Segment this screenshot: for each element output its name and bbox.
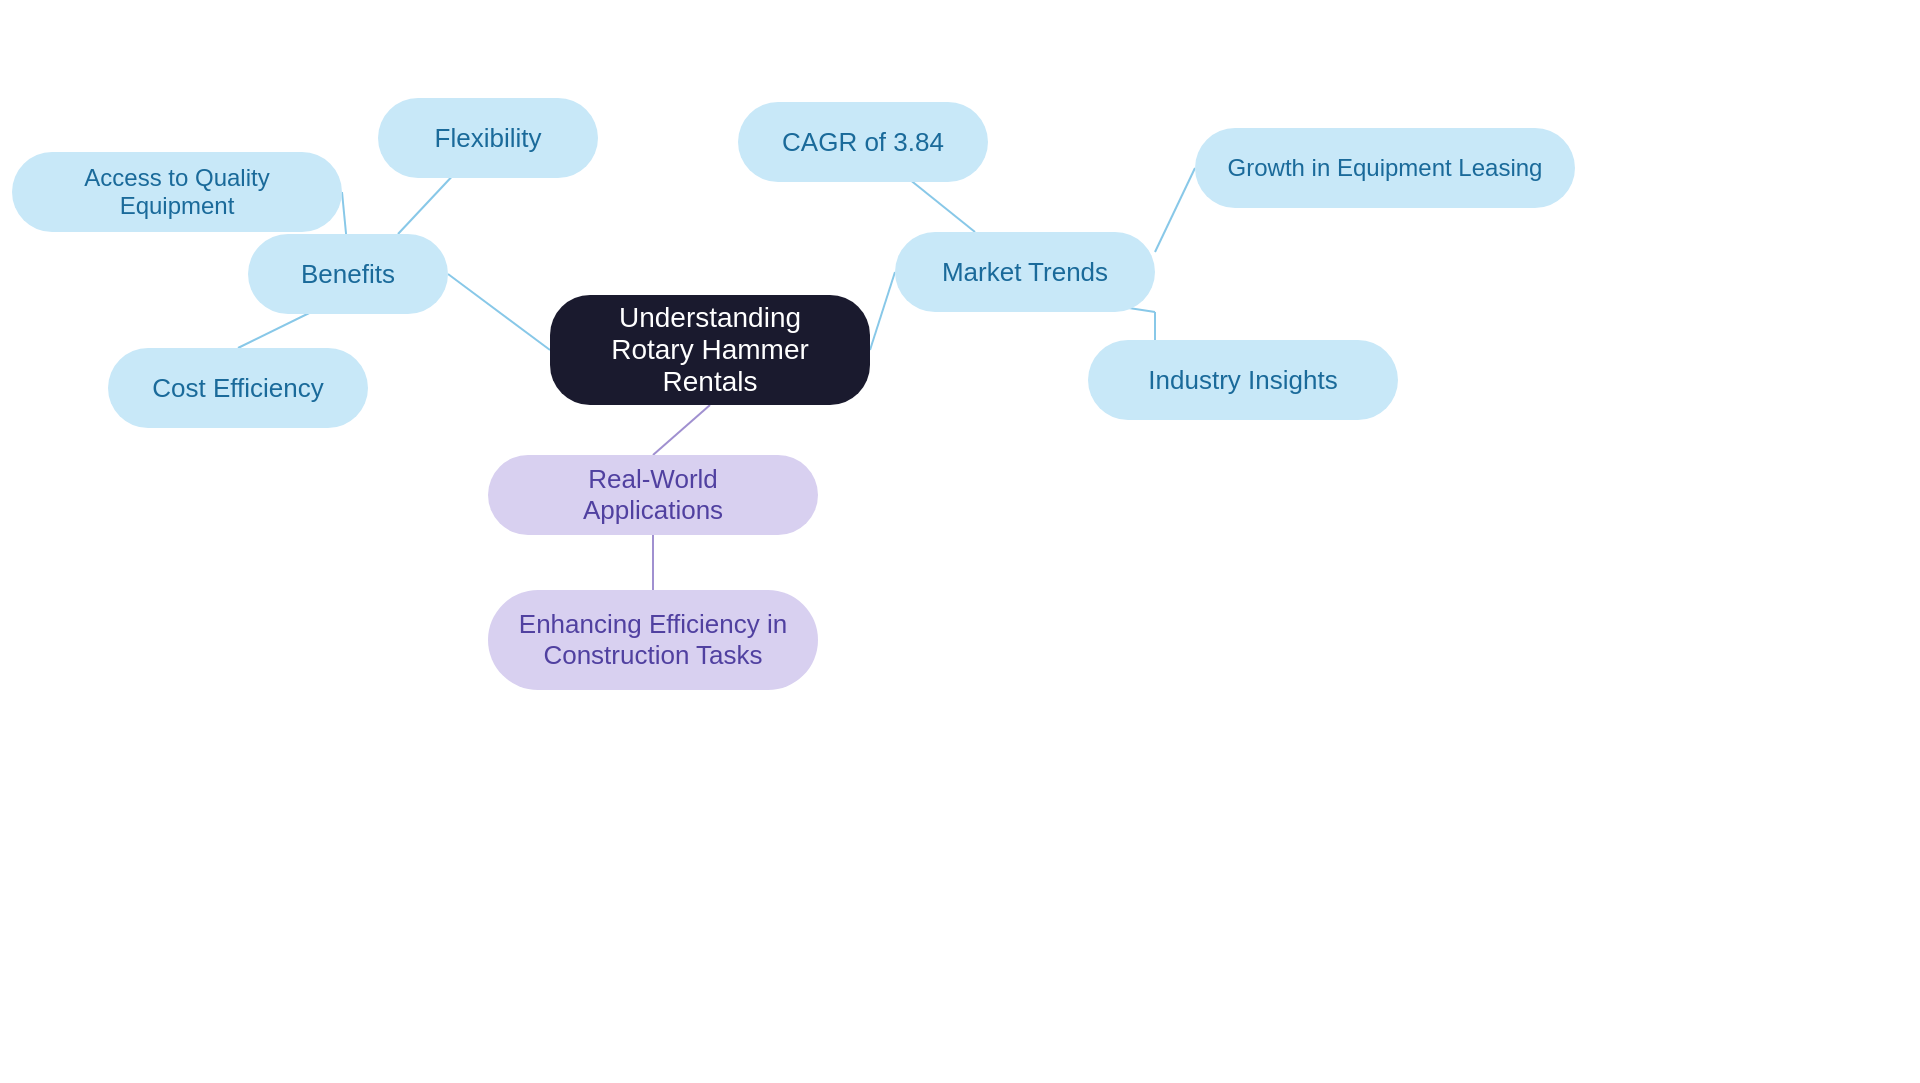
benefits-node[interactable]: Benefits: [248, 234, 448, 314]
center-node[interactable]: Understanding Rotary Hammer Rentals: [550, 295, 870, 405]
real-world-node[interactable]: Real-World Applications: [488, 455, 818, 535]
svg-line-6: [1155, 168, 1195, 252]
cagr-node[interactable]: CAGR of 3.84: [738, 102, 988, 182]
industry-insights-node[interactable]: Industry Insights: [1088, 340, 1398, 420]
svg-line-4: [870, 272, 895, 350]
growth-node[interactable]: Growth in Equipment Leasing: [1195, 128, 1575, 208]
flexibility-node[interactable]: Flexibility: [378, 98, 598, 178]
cost-efficiency-node[interactable]: Cost Efficiency: [108, 348, 368, 428]
svg-line-9: [653, 405, 710, 455]
enhancing-efficiency-node[interactable]: Enhancing Efficiency in Construction Tas…: [488, 590, 818, 690]
svg-line-0: [448, 274, 550, 350]
market-trends-node[interactable]: Market Trends: [895, 232, 1155, 312]
access-node[interactable]: Access to Quality Equipment: [12, 152, 342, 232]
